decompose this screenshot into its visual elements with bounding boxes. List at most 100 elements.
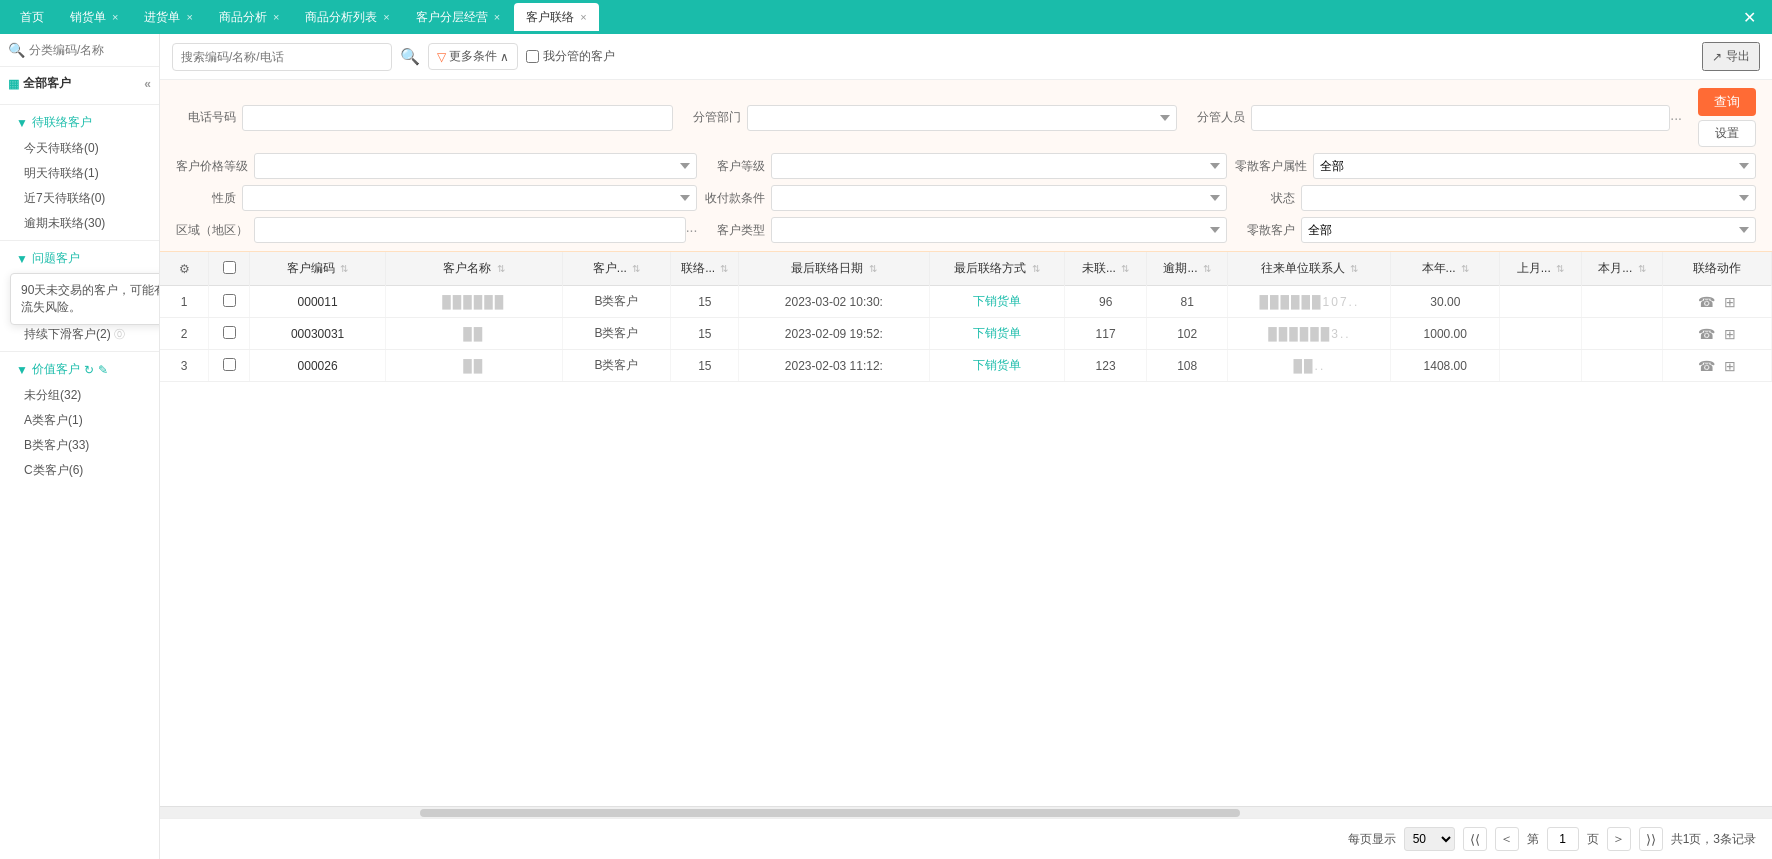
filter-more-button[interactable]: ▽ 更多条件 ∧ — [428, 43, 518, 70]
filter-select-price-level[interactable] — [254, 153, 697, 179]
my-customers-checkbox[interactable] — [526, 50, 539, 63]
action-phone-icon-2[interactable]: ☎ — [1698, 358, 1715, 374]
sort-last-date-icon[interactable]: ⇅ — [869, 263, 877, 274]
action-grid-icon-0[interactable]: ⊞ — [1724, 294, 1736, 310]
th-this-month[interactable]: 本月... ⇅ — [1581, 252, 1663, 286]
td-last-method-2[interactable]: 下销货单 — [929, 350, 1065, 382]
tab-purchase[interactable]: 进货单 × — [132, 3, 204, 31]
filter-select-type[interactable] — [771, 217, 1226, 243]
sidebar-group-waiting[interactable]: ▼ 待联络客户 — [0, 109, 159, 136]
page-input[interactable] — [1547, 827, 1579, 851]
th-contact[interactable]: 联络... ⇅ — [671, 252, 739, 286]
tab-analysis-list[interactable]: 商品分析列表 × — [293, 3, 401, 31]
filter-select-status[interactable] — [1301, 185, 1756, 211]
tab-analysis-close[interactable]: × — [273, 11, 279, 23]
per-page-select[interactable]: 50 20 100 — [1404, 827, 1455, 851]
th-last-method[interactable]: 最后联络方式 ⇅ — [929, 252, 1065, 286]
tab-home[interactable]: 首页 — [8, 3, 56, 31]
th-this-year[interactable]: 本年... ⇅ — [1391, 252, 1500, 286]
row-checkbox-2[interactable] — [223, 358, 236, 371]
sort-type-icon[interactable]: ⇅ — [632, 263, 640, 274]
tab-sales-close[interactable]: × — [112, 11, 118, 23]
action-grid-icon-2[interactable]: ⊞ — [1724, 358, 1736, 374]
sort-unlinking-icon[interactable]: ⇅ — [1121, 263, 1129, 274]
sidebar-item-overdue[interactable]: 逾期未联络(30) — [0, 211, 159, 236]
td-checkbox-2[interactable] — [209, 350, 250, 382]
filter-select-dept[interactable] — [747, 105, 1178, 131]
action-phone-icon-1[interactable]: ☎ — [1698, 326, 1715, 342]
tab-analysis[interactable]: 商品分析 × — [207, 3, 291, 31]
sidebar-collapse-btn[interactable]: « — [144, 77, 151, 91]
sidebar-item-7days[interactable]: 近7天待联络(0) — [0, 186, 159, 211]
sort-name-icon[interactable]: ⇅ — [497, 263, 505, 274]
filter-select-payment[interactable] — [771, 185, 1226, 211]
td-code-2[interactable]: 000026 — [250, 350, 386, 382]
scrollbar-thumb[interactable] — [420, 809, 1240, 817]
query-button[interactable]: 查询 — [1698, 88, 1756, 116]
sidebar-all-customers[interactable]: ▦ 全部客户 « — [0, 67, 159, 100]
filter-select-zero-attr[interactable]: 全部 — [1313, 153, 1756, 179]
sort-code-icon[interactable]: ⇅ — [340, 263, 348, 274]
td-checkbox-0[interactable] — [209, 286, 250, 318]
filter-input-manager[interactable] — [1251, 105, 1670, 131]
filter-search-button[interactable]: 🔍 — [400, 47, 420, 66]
sort-contact-person-icon[interactable]: ⇅ — [1350, 263, 1358, 274]
th-code[interactable]: 客户编码 ⇅ — [250, 252, 386, 286]
horizontal-scrollbar[interactable] — [160, 806, 1772, 818]
sidebar-group-problem[interactable]: ▼ 问题客户 — [0, 245, 159, 272]
last-method-link-0[interactable]: 下销货单 — [973, 294, 1021, 308]
last-method-link-1[interactable]: 下销货单 — [973, 326, 1021, 340]
action-grid-icon-1[interactable]: ⊞ — [1724, 326, 1736, 342]
sidebar-item-tomorrow[interactable]: 明天待联络(1) — [0, 161, 159, 186]
sidebar-item-class-c[interactable]: C类客户(6) — [0, 458, 159, 483]
td-code-1[interactable]: 00030031 — [250, 318, 386, 350]
sort-contact-icon[interactable]: ⇅ — [720, 263, 728, 274]
tab-analysis-list-close[interactable]: × — [383, 11, 389, 23]
last-page-button[interactable]: ⟩⟩ — [1639, 827, 1663, 851]
sort-last-month-icon[interactable]: ⇅ — [1556, 263, 1564, 274]
filter-region-ellipsis[interactable]: ··· — [686, 222, 698, 238]
row-checkbox-0[interactable] — [223, 294, 236, 307]
next-page-button[interactable]: ＞ — [1607, 827, 1631, 851]
window-close-button[interactable]: ✕ — [1735, 8, 1764, 27]
th-name[interactable]: 客户名称 ⇅ — [386, 252, 563, 286]
sort-this-month-icon[interactable]: ⇅ — [1638, 263, 1646, 274]
first-page-button[interactable]: ⟨⟨ — [1463, 827, 1487, 851]
sort-overdue-icon[interactable]: ⇅ — [1203, 263, 1211, 274]
th-last-date[interactable]: 最后联络日期 ⇅ — [739, 252, 929, 286]
sidebar-item-declining[interactable]: 持续下滑客户(2) ⓪ — [0, 322, 159, 347]
th-contact-person[interactable]: 往来单位联系人 ⇅ — [1228, 252, 1391, 286]
sort-last-method-icon[interactable]: ⇅ — [1032, 263, 1040, 274]
filter-select-nature[interactable] — [242, 185, 697, 211]
sidebar-item-class-b[interactable]: B类客户(33) — [0, 433, 159, 458]
last-method-link-2[interactable]: 下销货单 — [973, 358, 1021, 372]
td-code-0[interactable]: 000011 — [250, 286, 386, 318]
filter-input-phone[interactable] — [242, 105, 673, 131]
th-checkbox[interactable] — [209, 252, 250, 286]
export-button[interactable]: ↗ 导出 — [1702, 42, 1760, 71]
sidebar-search-input[interactable] — [29, 43, 160, 57]
prev-page-button[interactable]: ＜ — [1495, 827, 1519, 851]
edit-icon[interactable]: ✎ — [98, 363, 108, 377]
select-all-checkbox[interactable] — [223, 261, 236, 274]
refresh-icon[interactable]: ↻ — [84, 363, 94, 377]
tab-sales[interactable]: 销货单 × — [58, 3, 130, 31]
tab-customer-contact-close[interactable]: × — [580, 11, 586, 23]
th-type[interactable]: 客户... ⇅ — [562, 252, 671, 286]
filter-select-level[interactable] — [771, 153, 1226, 179]
th-last-month[interactable]: 上月... ⇅ — [1500, 252, 1582, 286]
filter-my-customers[interactable]: 我分管的客户 — [526, 48, 615, 65]
tab-customer-layer-close[interactable]: × — [494, 11, 500, 23]
sort-this-year-icon[interactable]: ⇅ — [1461, 263, 1469, 274]
sidebar-item-class-a[interactable]: A类客户(1) — [0, 408, 159, 433]
filter-select-zero[interactable]: 全部 — [1301, 217, 1756, 243]
td-last-method-1[interactable]: 下销货单 — [929, 318, 1065, 350]
th-settings[interactable]: ⚙ — [160, 252, 209, 286]
th-unlinking[interactable]: 未联... ⇅ — [1065, 252, 1147, 286]
action-phone-icon-0[interactable]: ☎ — [1698, 294, 1715, 310]
tab-customer-contact[interactable]: 客户联络 × — [514, 3, 598, 31]
filter-input-region[interactable] — [254, 217, 686, 243]
row-checkbox-1[interactable] — [223, 326, 236, 339]
td-last-method-0[interactable]: 下销货单 — [929, 286, 1065, 318]
filter-manager-ellipsis[interactable]: ··· — [1670, 110, 1682, 126]
